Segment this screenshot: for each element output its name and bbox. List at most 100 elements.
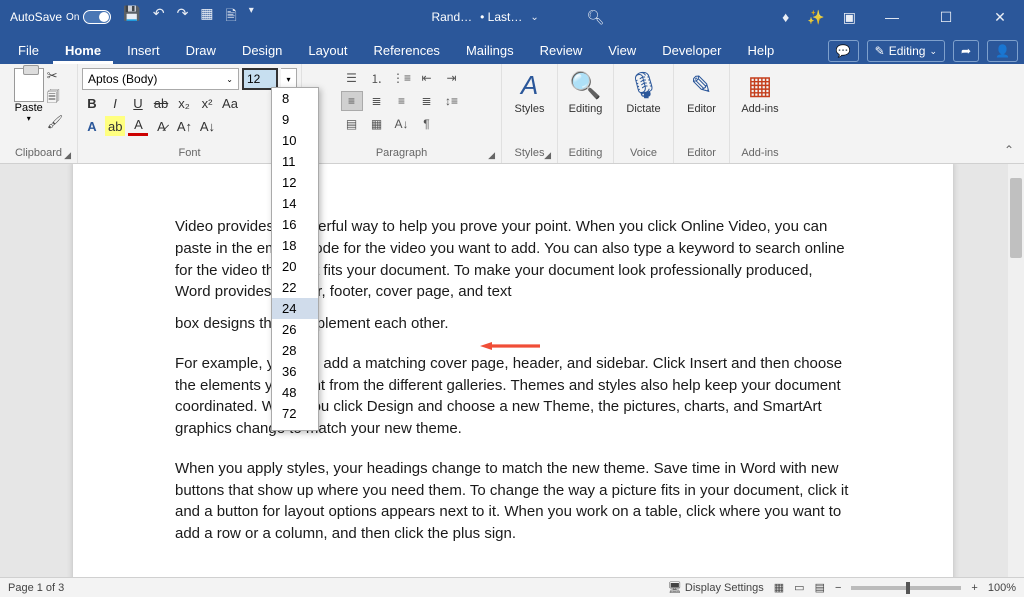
font-size-option[interactable] bbox=[272, 424, 318, 430]
tab-review[interactable]: Review bbox=[528, 37, 595, 64]
search-icon[interactable]: 🔍︎ bbox=[587, 9, 605, 26]
launcher-icon[interactable]: ◢ bbox=[488, 150, 495, 161]
redo-icon[interactable]: ↷ bbox=[177, 5, 189, 29]
font-size-option[interactable]: 22 bbox=[272, 277, 318, 298]
bullets-button[interactable]: ☰ bbox=[341, 68, 363, 88]
font-size-option[interactable]: 11 bbox=[272, 151, 318, 172]
qat-icon1[interactable]: ▦ bbox=[200, 5, 213, 29]
font-size-option[interactable]: 18 bbox=[272, 235, 318, 256]
editing-mode-button[interactable]: ✎Editing⌄ bbox=[867, 40, 945, 62]
comments-button[interactable]: 💬 bbox=[828, 40, 859, 62]
numbering-button[interactable]: ⒈ bbox=[366, 68, 388, 88]
paste-button[interactable]: Paste ▾ bbox=[14, 68, 44, 130]
styles-button[interactable]: AStyles bbox=[511, 68, 549, 117]
tab-mailings[interactable]: Mailings bbox=[454, 37, 526, 64]
minimize-button[interactable]: — bbox=[874, 2, 910, 32]
autosave[interactable]: AutoSave On bbox=[10, 10, 111, 24]
text-effects-button[interactable]: A bbox=[82, 116, 102, 136]
scrollbar-vertical[interactable] bbox=[1008, 164, 1024, 577]
font-size-option[interactable]: 72 bbox=[272, 403, 318, 424]
shading-button[interactable]: ▤ bbox=[341, 114, 363, 134]
line-spacing-button[interactable]: ↕≡ bbox=[441, 91, 463, 111]
font-color-button[interactable]: A bbox=[128, 116, 148, 136]
copy-icon[interactable]: 🗐 bbox=[47, 88, 64, 110]
superscript-button[interactable]: x² bbox=[197, 93, 217, 113]
zoom-level[interactable]: 100% bbox=[988, 582, 1016, 594]
document-area[interactable]: Video provides a powerful way to help yo… bbox=[0, 164, 1008, 577]
tab-developer[interactable]: Developer bbox=[650, 37, 733, 64]
share-button[interactable]: ➦ bbox=[953, 40, 979, 62]
font-size-option[interactable]: 8 bbox=[272, 88, 318, 109]
tab-insert[interactable]: Insert bbox=[115, 37, 172, 64]
font-size-dropdown[interactable]: 891011121416182022242628364872 bbox=[271, 87, 319, 431]
doc-dropdown-icon[interactable]: ⌄ bbox=[530, 12, 538, 23]
addins-button[interactable]: ▦Add-ins bbox=[737, 68, 782, 117]
font-size-option[interactable]: 24 bbox=[272, 298, 318, 319]
format-painter-icon[interactable]: 🖌 bbox=[47, 114, 64, 130]
tab-draw[interactable]: Draw bbox=[174, 37, 228, 64]
maximize-button[interactable]: ☐ bbox=[928, 2, 964, 32]
justify-button[interactable]: ≣ bbox=[416, 91, 438, 111]
font-size-option[interactable]: 16 bbox=[272, 214, 318, 235]
underline-button[interactable]: U bbox=[128, 93, 148, 113]
decrease-indent-button[interactable]: ⇤ bbox=[416, 68, 438, 88]
wand-icon[interactable]: ✨ bbox=[807, 9, 824, 26]
autosave-toggle[interactable] bbox=[83, 10, 111, 24]
sort-button[interactable]: A↓ bbox=[391, 114, 413, 134]
paragraph[interactable]: When you apply styles, your headings cha… bbox=[175, 458, 851, 545]
tab-layout[interactable]: Layout bbox=[296, 37, 359, 64]
undo-icon[interactable]: ↶ bbox=[153, 5, 165, 29]
align-center-button[interactable]: ≣ bbox=[366, 91, 388, 111]
tab-design[interactable]: Design bbox=[230, 37, 294, 64]
borders-button[interactable]: ▦ bbox=[366, 114, 388, 134]
present-icon[interactable]: ▣ bbox=[843, 9, 856, 26]
font-name-combo[interactable]: Aptos (Body)⌄ bbox=[82, 68, 239, 90]
align-right-button[interactable]: ≡ bbox=[391, 91, 413, 111]
font-size-option[interactable]: 10 bbox=[272, 130, 318, 151]
launcher-icon[interactable]: ◢ bbox=[64, 150, 71, 161]
change-case-button[interactable]: Aa bbox=[220, 93, 240, 113]
zoom-slider[interactable] bbox=[851, 586, 961, 590]
tab-help[interactable]: Help bbox=[735, 37, 786, 64]
editor-button[interactable]: ✎Editor bbox=[683, 68, 720, 117]
multilevel-button[interactable]: ⋮≡ bbox=[391, 68, 413, 88]
font-size-option[interactable]: 26 bbox=[272, 319, 318, 340]
tab-file[interactable]: File bbox=[6, 37, 51, 64]
font-size-option[interactable]: 20 bbox=[272, 256, 318, 277]
share2-button[interactable]: 👤 bbox=[987, 40, 1018, 62]
close-button[interactable]: ✕ bbox=[982, 2, 1018, 32]
scrollbar-thumb[interactable] bbox=[1010, 178, 1022, 258]
dictate-button[interactable]: 🎙Dictate bbox=[622, 68, 664, 117]
font-size-option[interactable]: 28 bbox=[272, 340, 318, 361]
align-left-button[interactable]: ≡ bbox=[341, 91, 363, 111]
tab-view[interactable]: View bbox=[596, 37, 648, 64]
font-size-option[interactable]: 9 bbox=[272, 109, 318, 130]
zoom-in-button[interactable]: + bbox=[971, 582, 977, 594]
diamond-icon[interactable]: ♦ bbox=[782, 9, 789, 25]
show-marks-button[interactable]: ¶ bbox=[416, 114, 438, 134]
qat-icon2[interactable]: 🖹 bbox=[226, 5, 237, 29]
collapse-ribbon-icon[interactable]: ⌃ bbox=[1004, 143, 1014, 157]
font-size-option[interactable]: 48 bbox=[272, 382, 318, 403]
view-read-icon[interactable]: ▭ bbox=[794, 581, 804, 594]
display-settings[interactable]: 🖥 Display Settings bbox=[668, 581, 764, 594]
clear-format-button[interactable]: A̷ bbox=[151, 116, 171, 136]
italic-button[interactable]: I bbox=[105, 93, 125, 113]
view-web-icon[interactable]: ▤ bbox=[815, 581, 825, 594]
subscript-button[interactable]: x₂ bbox=[174, 93, 194, 113]
launcher-icon[interactable]: ◢ bbox=[544, 150, 551, 161]
font-size-option[interactable]: 12 bbox=[272, 172, 318, 193]
tab-references[interactable]: References bbox=[361, 37, 451, 64]
editing-button[interactable]: 🔍Editing bbox=[565, 68, 607, 117]
font-size-option[interactable]: 36 bbox=[272, 361, 318, 382]
cut-icon[interactable]: ✂ bbox=[47, 68, 64, 84]
highlight-button[interactable]: ab bbox=[105, 116, 125, 136]
strike-button[interactable]: ab bbox=[151, 93, 171, 113]
font-size-option[interactable]: 14 bbox=[272, 193, 318, 214]
view-print-icon[interactable]: ▦ bbox=[774, 581, 784, 594]
qat-overflow-icon[interactable]: ▾ bbox=[249, 5, 254, 29]
grow-font-button[interactable]: A↑ bbox=[174, 116, 194, 136]
page-indicator[interactable]: Page 1 of 3 bbox=[8, 582, 64, 594]
increase-indent-button[interactable]: ⇥ bbox=[441, 68, 463, 88]
zoom-out-button[interactable]: − bbox=[835, 582, 841, 594]
